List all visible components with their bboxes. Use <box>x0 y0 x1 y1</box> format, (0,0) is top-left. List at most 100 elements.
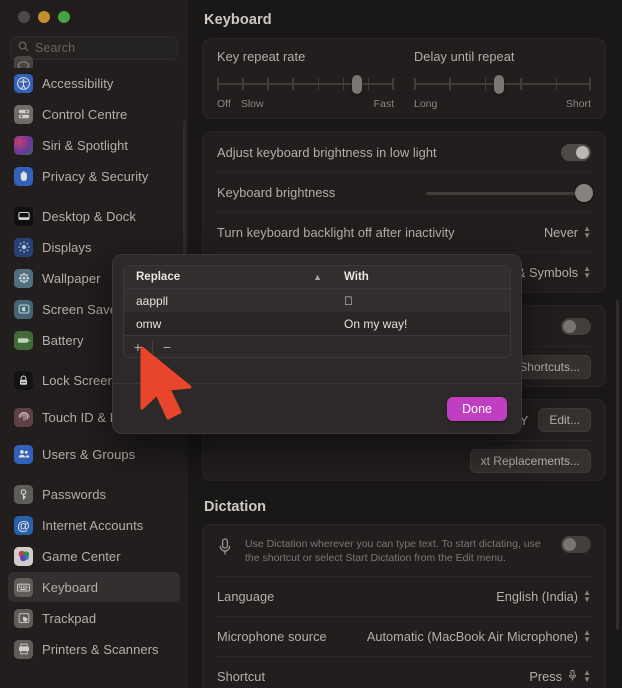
privacy-security-icon <box>14 166 33 186</box>
sliders-row: Key repeat rate Off Slow Fast Delay unti… <box>217 39 591 118</box>
users-groups-icon <box>14 444 33 464</box>
sidebar-item-label: Trackpad <box>42 610 97 626</box>
language-label: Language <box>217 589 275 604</box>
sidebar-item-users-groups[interactable]: Users & Groups <box>8 439 180 469</box>
sidebar-item-label: Accessibility <box>42 75 114 91</box>
delay-until-repeat-label: Delay until repeat <box>414 49 515 64</box>
sidebar-item-label: Keyboard <box>42 579 99 595</box>
chevron-updown-icon: ▲ ▼ <box>583 628 591 644</box>
text-replacements-table: Replace ▲ With aappll  omw On my way! +… <box>123 265 511 358</box>
sidebar-item-game-center[interactable]: Game Center <box>8 541 180 571</box>
key-repeat-rate-group: Key repeat rate Off Slow Fast <box>217 49 408 110</box>
sidebar-item-label: Screen Saver <box>42 301 122 317</box>
slider-thumb[interactable] <box>351 75 362 94</box>
sidebar-item-siri-spotlight[interactable]: Siri & Spotlight <box>8 130 180 160</box>
backlight-off-label: Turn keyboard backlight off after inacti… <box>217 225 455 240</box>
microphone-source-dropdown[interactable]: Automatic (MacBook Air Microphone) ▲ ▼ <box>367 629 591 644</box>
search-icon <box>18 39 29 57</box>
chevron-updown-icon: ▲ ▼ <box>583 224 591 240</box>
table-row[interactable]: omw On my way! <box>124 312 510 335</box>
dictation-shortcut-row: Shortcut Press ▲ ▼ <box>217 656 591 688</box>
sidebar-item-keyboard[interactable]: Keyboard <box>8 572 180 602</box>
displays-icon <box>14 237 33 257</box>
text-replacements-button[interactable]: xt Replacements... <box>469 448 591 473</box>
screen-saver-icon <box>14 299 33 319</box>
table-row[interactable]: aappll  <box>124 289 510 312</box>
microphone-source-label: Microphone source <box>217 629 327 644</box>
column-header-replace[interactable]: Replace ▲ <box>136 271 332 283</box>
microphone-icon <box>217 536 235 562</box>
dictation-description-row: Use Dictation wherever you can type text… <box>217 525 591 576</box>
sidebar-item-label: Privacy & Security <box>42 168 149 184</box>
sidebar-item-label: Users & Groups <box>42 446 136 462</box>
shortcut-value: Press <box>529 669 563 684</box>
legend-long: Long <box>414 98 438 110</box>
sidebar-item-accessibility[interactable]: Accessibility <box>8 68 180 98</box>
delay-legend: Long Short <box>414 98 591 110</box>
sort-ascending-icon: ▲ <box>313 272 322 282</box>
slider-track <box>426 191 591 195</box>
cell-replace: omw <box>136 316 162 331</box>
chevron-updown-icon: ▲ ▼ <box>583 668 591 684</box>
shortcut-dropdown[interactable]: Press ▲ ▼ <box>529 669 591 685</box>
dictation-language-row: Language English (India) ▲ ▼ <box>217 576 591 616</box>
printers-scanners-icon <box>14 639 33 659</box>
sidebar-item-partial-above[interactable] <box>8 56 180 68</box>
column-header-with[interactable]: With <box>332 271 510 283</box>
maximize-button[interactable] <box>58 11 70 23</box>
slider-thumb[interactable] <box>493 75 504 94</box>
microphone-source-row: Microphone source Automatic (MacBook Air… <box>217 616 591 656</box>
sidebar-item-passwords[interactable]: Passwords <box>8 479 180 509</box>
key-repeat-rate-slider[interactable] <box>217 75 394 94</box>
sidebar-item-label: Wallpaper <box>42 270 101 286</box>
main-scrollbar[interactable] <box>616 300 619 630</box>
search-placeholder: Search <box>35 41 76 55</box>
sidebar-item-label: Internet Accounts <box>42 517 144 533</box>
sidebar-item-control-centre[interactable]: Control Centre <box>8 99 180 129</box>
done-button[interactable]: Done <box>447 396 507 421</box>
minimize-button[interactable] <box>38 11 50 23</box>
keyboard-brightness-slider[interactable] <box>426 183 593 202</box>
language-dropdown[interactable]: English (India) ▲ ▼ <box>496 589 591 604</box>
tab-key-toggle[interactable] <box>561 317 591 335</box>
table-header: Replace ▲ With <box>124 266 510 289</box>
sidebar-item-internet-accounts[interactable]: @ Internet Accounts <box>8 510 180 540</box>
chevron-updown-icon: ▲ ▼ <box>583 588 591 604</box>
desktop-dock-icon <box>14 206 33 226</box>
chevron-updown-icon: ▲ ▼ <box>583 264 591 280</box>
cell-replace: aappll <box>136 293 169 308</box>
sidebar-group-divider <box>8 470 180 479</box>
edit-button[interactable]: Edit... <box>538 408 591 432</box>
dictation-description: Use Dictation wherever you can type text… <box>245 538 541 564</box>
keyboard-brightness-row: Keyboard brightness <box>217 172 593 212</box>
close-button[interactable] <box>18 11 30 23</box>
sidebar-item-printers-scanners[interactable]: Printers & Scanners <box>8 634 180 664</box>
sidebar-item-privacy-security[interactable]: Privacy & Security <box>8 161 180 191</box>
column-header-replace-label: Replace <box>136 271 181 283</box>
shortcut-label: Shortcut <box>217 669 266 684</box>
sidebar-item-label: Displays <box>42 239 92 255</box>
touch-id-icon <box>14 407 33 427</box>
sidebar-item-label: Lock Screen <box>42 372 115 388</box>
delay-until-repeat-slider[interactable] <box>414 75 591 94</box>
adjust-brightness-toggle[interactable] <box>561 143 591 161</box>
remove-replacement-button[interactable]: − <box>153 340 181 354</box>
legend-slow: Slow <box>240 98 264 110</box>
text-replacements-row: xt Replacements... <box>217 440 591 480</box>
control-centre-icon <box>14 104 33 124</box>
sidebar-item-label: Passwords <box>42 486 107 502</box>
microphone-source-value: Automatic (MacBook Air Microphone) <box>366 629 579 644</box>
legend-fast: Fast <box>373 98 394 110</box>
delay-until-repeat-group: Delay until repeat Long Short <box>408 49 591 110</box>
sidebar-item-trackpad[interactable]: Trackpad <box>8 603 180 633</box>
passwords-icon <box>14 484 33 504</box>
trackpad-icon <box>14 608 33 628</box>
slider-thumb[interactable] <box>575 183 593 202</box>
microphone-icon <box>567 669 578 685</box>
backlight-off-dropdown[interactable]: Never ▲ ▼ <box>544 225 591 240</box>
wallpaper-icon <box>14 268 33 288</box>
battery-icon <box>14 330 33 350</box>
dictation-toggle[interactable] <box>561 536 591 553</box>
add-replacement-button[interactable]: + <box>124 340 152 354</box>
sidebar-item-desktop-dock[interactable]: Desktop & Dock <box>8 201 180 231</box>
